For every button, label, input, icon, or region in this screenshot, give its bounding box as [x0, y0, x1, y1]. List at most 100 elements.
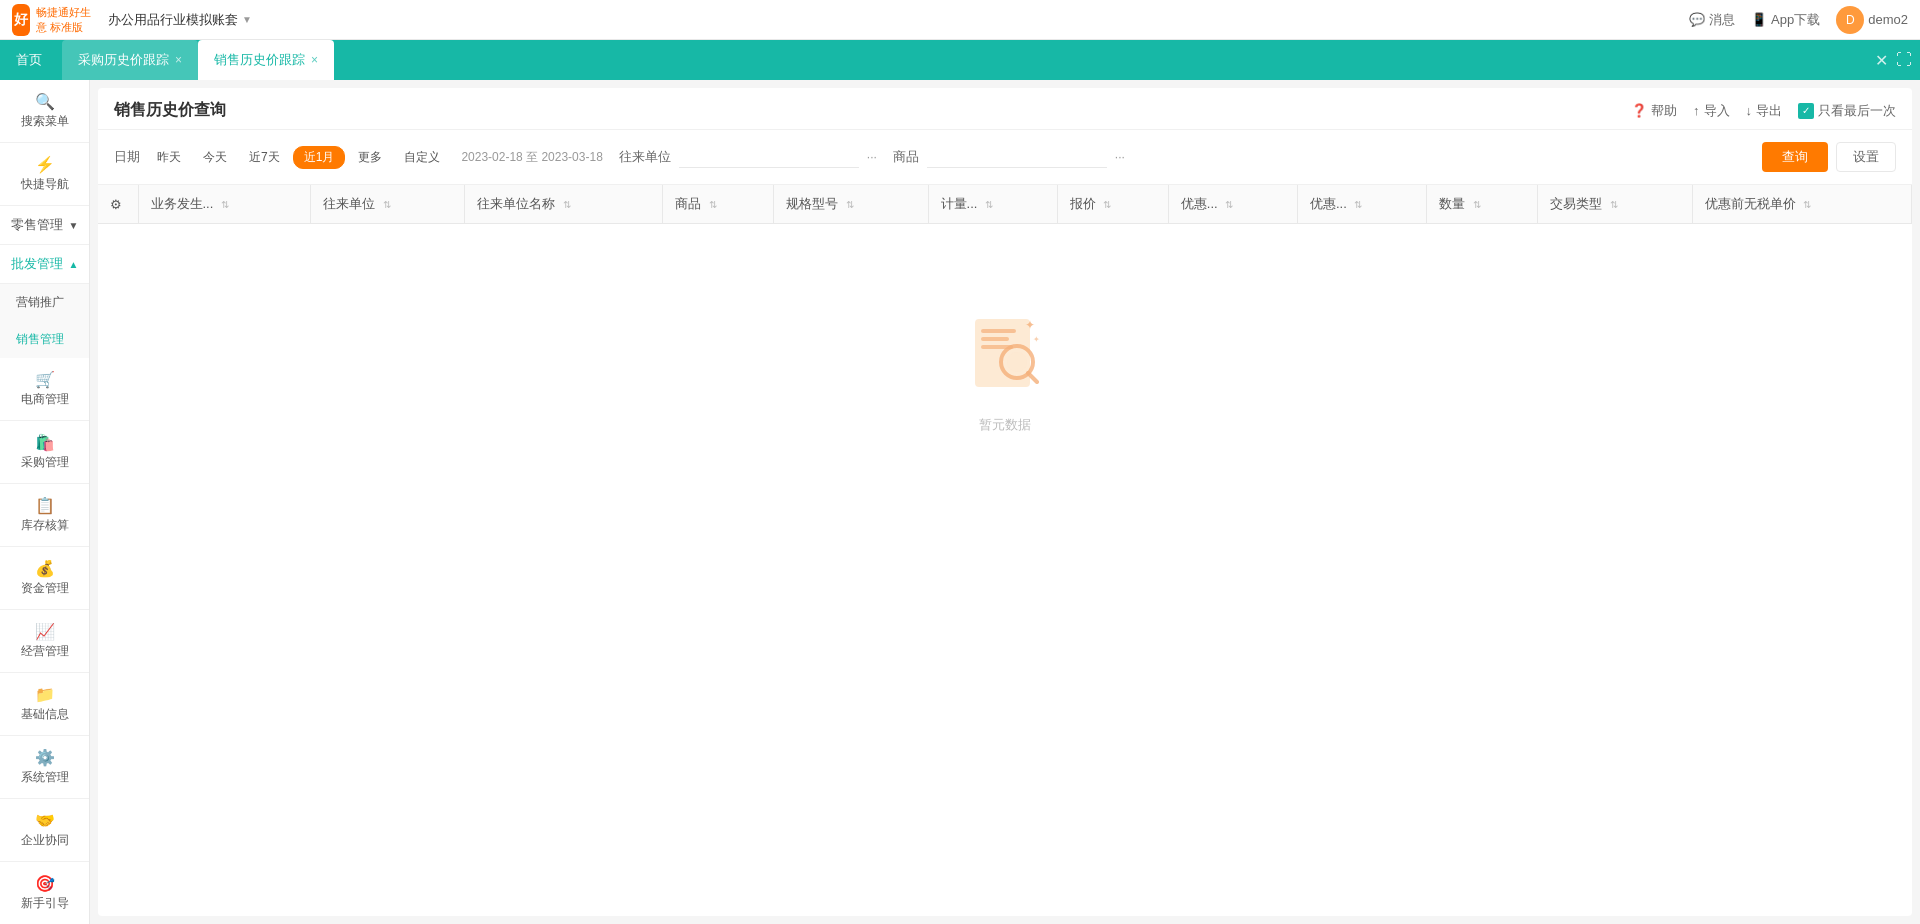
- finance-label: 资金管理: [21, 580, 69, 597]
- sidebar-item-purchase[interactable]: 🛍️ 采购管理: [0, 421, 89, 484]
- sort-icon-price: ⇅: [1103, 199, 1111, 210]
- th-pre-tax-price[interactable]: 优惠前无税单价 ⇅: [1692, 185, 1911, 224]
- app-download-button[interactable]: 📱 App下载: [1751, 11, 1820, 29]
- th-partner-name[interactable]: 往来单位名称 ⇅: [465, 185, 663, 224]
- svg-text:✦: ✦: [1025, 318, 1035, 332]
- tab-sales-history[interactable]: 销售历史价跟踪 ×: [198, 40, 334, 80]
- th-settings[interactable]: ⚙: [98, 185, 138, 224]
- tab-maximize-button[interactable]: ⛶: [1896, 51, 1912, 69]
- date-btn-yesterday[interactable]: 昨天: [148, 146, 190, 169]
- sales-management-label: 销售管理: [16, 332, 64, 346]
- filter-area: 日期 昨天 今天 近7天 近1月 更多 自定义 2023-02-18 至 202…: [98, 130, 1912, 185]
- date-filter-label: 日期: [114, 148, 140, 166]
- settings-button[interactable]: 设置: [1836, 142, 1896, 172]
- finance-icon: 💰: [35, 559, 55, 578]
- date-btn-custom[interactable]: 自定义: [395, 146, 449, 169]
- sidebar-item-quicknav[interactable]: ⚡ 快捷导航: [0, 143, 89, 206]
- sidebar-item-wholesale[interactable]: 批发管理 ▲: [0, 245, 89, 284]
- th-spec-label: 规格型号: [786, 196, 838, 211]
- date-btn-7days[interactable]: 近7天: [240, 146, 289, 169]
- tab-purchase-history[interactable]: 采购历史价跟踪 ×: [62, 40, 198, 80]
- date-range-display: 2023-02-18 至 2023-03-18: [461, 149, 602, 166]
- goods-input[interactable]: [927, 146, 1107, 168]
- sidebar-item-system[interactable]: ⚙️ 系统管理: [0, 736, 89, 799]
- tab-close-all-button[interactable]: ✕: [1875, 51, 1888, 70]
- import-button[interactable]: ↑ 导入: [1693, 102, 1730, 120]
- sort-icon-biz-date: ⇅: [221, 199, 229, 210]
- download-icon: 📱: [1751, 12, 1767, 27]
- logo-area: 好 畅捷通好生意 标准版: [12, 4, 92, 36]
- th-pre-tax-price-label: 优惠前无税单价: [1705, 196, 1796, 211]
- th-spec[interactable]: 规格型号 ⇅: [774, 185, 928, 224]
- last-only-label: 只看最后一次: [1818, 102, 1896, 120]
- th-goods[interactable]: 商品 ⇅: [663, 185, 774, 224]
- page-content: 销售历史价查询 ❓ 帮助 ↑ 导入 ↓ 导出 ✓: [98, 88, 1912, 916]
- sort-icon-partner-name: ⇅: [563, 199, 571, 210]
- th-biz-date[interactable]: 业务发生... ⇅: [138, 185, 310, 224]
- sidebar-item-operations[interactable]: 📈 经营管理: [0, 610, 89, 673]
- logo-icon: 好: [12, 4, 30, 36]
- date-btn-today[interactable]: 今天: [194, 146, 236, 169]
- tab-home[interactable]: 首页: [0, 40, 58, 80]
- top-bar-left: 好 畅捷通好生意 标准版 办公用品行业模拟账套 ▼: [12, 4, 260, 36]
- sidebar-item-inventory[interactable]: 📋 库存核算: [0, 484, 89, 547]
- svg-rect-2: [981, 337, 1009, 341]
- retail-label: 零售管理: [11, 216, 63, 234]
- th-qty-label: 数量: [1439, 196, 1465, 211]
- sidebar-search-label: 搜索菜单: [21, 113, 69, 130]
- th-partner[interactable]: 往来单位 ⇅: [310, 185, 464, 224]
- export-label: 导出: [1756, 102, 1782, 120]
- tab-purchase-close-icon[interactable]: ×: [175, 53, 182, 67]
- empty-state: ✦ ✦ 暂元数据: [98, 224, 1912, 514]
- th-qty[interactable]: 数量 ⇅: [1427, 185, 1538, 224]
- th-discount1[interactable]: 优惠... ⇅: [1168, 185, 1297, 224]
- sidebar-item-retail[interactable]: 零售管理 ▼: [0, 206, 89, 245]
- svg-rect-1: [981, 329, 1016, 333]
- operations-icon: 📈: [35, 622, 55, 641]
- goods-filter-label: 商品: [893, 148, 919, 166]
- last-only-checkbox[interactable]: ✓ 只看最后一次: [1798, 102, 1896, 120]
- th-trans-type-label: 交易类型: [1550, 196, 1602, 211]
- goods-dots-button[interactable]: ···: [1115, 150, 1125, 164]
- th-discount2[interactable]: 优惠... ⇅: [1297, 185, 1426, 224]
- sidebar-item-marketing[interactable]: 营销推广: [0, 284, 89, 321]
- message-button[interactable]: 💬 消息: [1689, 11, 1735, 29]
- date-btn-more[interactable]: 更多: [349, 146, 391, 169]
- export-button[interactable]: ↓ 导出: [1746, 102, 1783, 120]
- tab-sales-close-icon[interactable]: ×: [311, 53, 318, 67]
- th-price[interactable]: 报价 ⇅: [1057, 185, 1168, 224]
- sidebar-submenu: 营销推广 销售管理: [0, 284, 89, 358]
- sidebar-item-search[interactable]: 🔍 搜索菜单: [0, 80, 89, 143]
- sidebar-item-sales-management[interactable]: 销售管理: [0, 321, 89, 358]
- sidebar-item-ecommerce[interactable]: 🛒 电商管理: [0, 358, 89, 421]
- sidebar-item-collaboration[interactable]: 🤝 企业协同: [0, 799, 89, 862]
- th-unit[interactable]: 计量... ⇅: [928, 185, 1057, 224]
- marketing-label: 营销推广: [16, 295, 64, 309]
- partner-dots-button[interactable]: ···: [867, 150, 877, 164]
- avatar: D: [1836, 6, 1864, 34]
- user-name: demo2: [1868, 12, 1908, 27]
- system-label: 系统管理: [21, 769, 69, 786]
- sort-icon-trans-type: ⇅: [1610, 199, 1618, 210]
- help-button[interactable]: ❓ 帮助: [1631, 102, 1677, 120]
- partner-input[interactable]: [679, 146, 859, 168]
- sidebar: 🔍 搜索菜单 ⚡ 快捷导航 零售管理 ▼ 批发管理 ▲ 营销推广 销售管理 🛒 …: [0, 80, 90, 924]
- main-layout: 🔍 搜索菜单 ⚡ 快捷导航 零售管理 ▼ 批发管理 ▲ 营销推广 销售管理 🛒 …: [0, 80, 1920, 924]
- sort-icon-discount2: ⇅: [1354, 199, 1362, 210]
- page-title: 销售历史价查询: [114, 100, 226, 121]
- date-btn-1month[interactable]: 近1月: [293, 146, 346, 169]
- collaboration-label: 企业协同: [21, 832, 69, 849]
- user-area[interactable]: D demo2: [1836, 6, 1908, 34]
- sidebar-item-basic-info[interactable]: 📁 基础信息: [0, 673, 89, 736]
- sidebar-item-tutorial[interactable]: 🎯 新手引导: [0, 862, 89, 924]
- th-trans-type[interactable]: 交易类型 ⇅: [1538, 185, 1692, 224]
- app-name: 办公用品行业模拟账套: [108, 11, 238, 29]
- settings-icon: ⚙: [110, 197, 122, 212]
- sort-icon-discount1: ⇅: [1225, 199, 1233, 210]
- tab-sales-label: 销售历史价跟踪: [214, 51, 305, 69]
- th-partner-name-label: 往来单位名称: [477, 196, 555, 211]
- app-selector[interactable]: 办公用品行业模拟账套 ▼: [100, 7, 260, 33]
- sidebar-item-finance[interactable]: 💰 资金管理: [0, 547, 89, 610]
- query-button[interactable]: 查询: [1762, 142, 1828, 172]
- top-bar: 好 畅捷通好生意 标准版 办公用品行业模拟账套 ▼ 💬 消息 📱 App下载 D…: [0, 0, 1920, 40]
